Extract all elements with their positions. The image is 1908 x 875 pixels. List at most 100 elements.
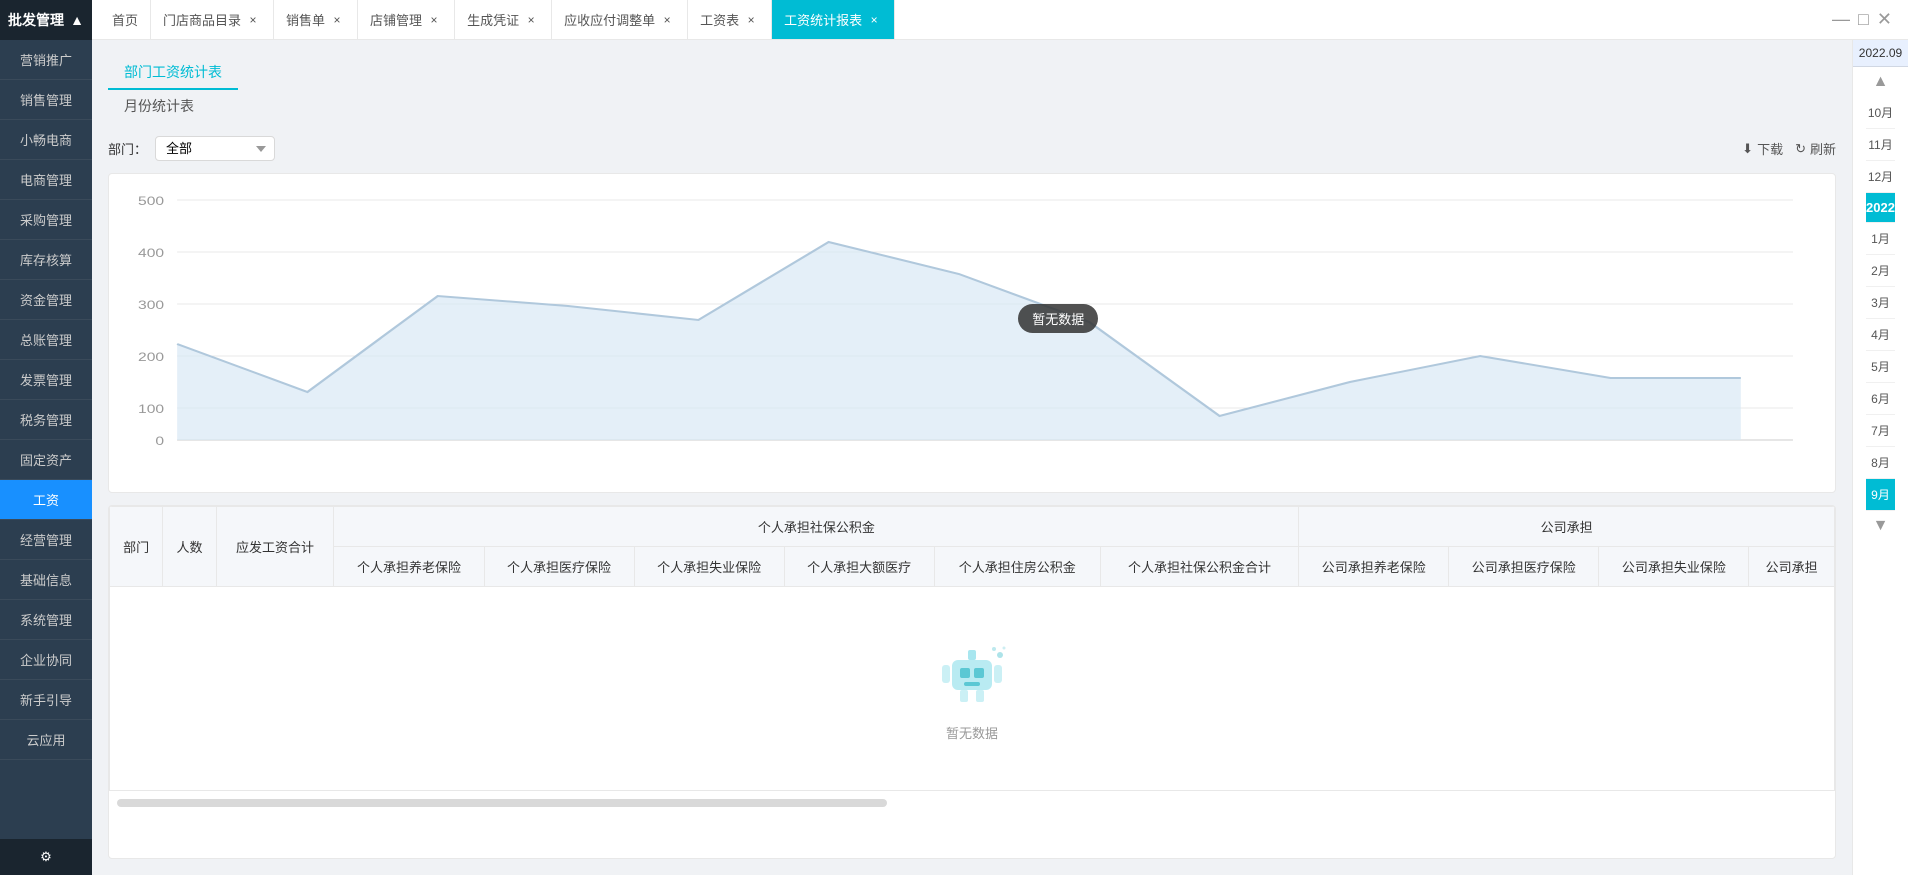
chart-area: 500 400 300 200 100 0 <box>108 173 1836 493</box>
svg-text:200: 200 <box>138 350 164 364</box>
sidebar-item-经营管理[interactable]: 经营管理 <box>0 520 92 560</box>
col-公司承担医疗保险: 公司承担医疗保险 <box>1449 547 1599 587</box>
top-tab-close[interactable]: × <box>329 12 345 28</box>
sidebar-item-小畅电商[interactable]: 小畅电商 <box>0 120 92 160</box>
col-公司承担养老保险: 公司承担养老保险 <box>1299 547 1449 587</box>
sidebar-header: 批发管理 ▲ <box>0 0 92 40</box>
col-个人承担社保公积金合计: 个人承担社保公积金合计 <box>1100 547 1298 587</box>
col-group-personal: 个人承担社保公积金 <box>334 507 1299 547</box>
top-tab-label: 门店商品目录 <box>163 10 241 29</box>
download-btn[interactable]: ⬇ 下载 <box>1742 139 1783 158</box>
sidebar-item-税务管理[interactable]: 税务管理 <box>0 400 92 440</box>
date-nav-up[interactable]: ▲ <box>1853 67 1908 97</box>
sidebar-item-总账管理[interactable]: 总账管理 <box>0 320 92 360</box>
top-tab-close[interactable]: × <box>245 12 261 28</box>
date-sidebar: 2022.09 ▲ 10月11月12月20221月2月3月4月5月6月7月8月9… <box>1852 40 1908 875</box>
svg-text:300: 300 <box>138 298 164 312</box>
sidebar-item-营销推广[interactable]: 营销推广 <box>0 40 92 80</box>
top-tab-close[interactable]: × <box>743 12 759 28</box>
sidebar-item-工资[interactable]: 工资 <box>0 480 92 520</box>
col-个人承担养老保险: 个人承担养老保险 <box>334 547 484 587</box>
toolbar-right: ⬇ 下载 ↻ 刷新 <box>1742 139 1836 158</box>
sidebar-item-采购管理[interactable]: 采购管理 <box>0 200 92 240</box>
empty-state: 暂无数据 <box>118 595 1826 782</box>
top-tabs-bar: 首页门店商品目录×销售单×店铺管理×生成凭证×应收应付调整单×工资表×工资统计报… <box>92 0 1908 40</box>
date-sidebar-header: 2022.09 <box>1853 40 1908 67</box>
sub-tab-部门工资统计表[interactable]: 部门工资统计表 <box>108 56 238 90</box>
col-total-salary: 应发工资合计 <box>216 507 334 587</box>
sidebar-item-电商管理[interactable]: 电商管理 <box>0 160 92 200</box>
date-nav-down[interactable]: ▼ <box>1853 511 1908 541</box>
top-tab-label: 店铺管理 <box>370 10 422 29</box>
col-group-company: 公司承担 <box>1299 507 1835 547</box>
table-empty-row: 暂无数据 <box>110 587 1835 791</box>
top-tab-生成凭证[interactable]: 生成凭证× <box>455 0 552 40</box>
date-month-6月[interactable]: 6月 <box>1866 383 1895 415</box>
col-dept: 部门 <box>110 507 163 587</box>
date-month-2月[interactable]: 2月 <box>1866 255 1895 287</box>
minimize-btn[interactable]: — <box>1832 9 1850 30</box>
refresh-btn[interactable]: ↻ 刷新 <box>1795 139 1836 158</box>
sub-tab-月份统计表[interactable]: 月份统计表 <box>108 90 238 124</box>
table-scrollbar[interactable] <box>117 799 887 807</box>
top-tab-应收应付调整单[interactable]: 应收应付调整单× <box>552 0 688 40</box>
top-tab-close[interactable]: × <box>659 12 675 28</box>
svg-text:400: 400 <box>138 246 164 260</box>
top-tab-店铺管理[interactable]: 店铺管理× <box>358 0 455 40</box>
sidebar-item-新手引导[interactable]: 新手引导 <box>0 680 92 720</box>
col-count: 人数 <box>163 507 216 587</box>
top-tab-label: 工资统计报表 <box>784 10 862 29</box>
top-tab-销售单[interactable]: 销售单× <box>274 0 358 40</box>
empty-robot-icon <box>932 635 1012 715</box>
sidebar-collapse-icon[interactable]: ▲ <box>70 12 84 28</box>
date-month-3月[interactable]: 3月 <box>1866 287 1895 319</box>
date-month-12月[interactable]: 12月 <box>1866 161 1895 193</box>
content-area: 部门工资统计表月份统计表 部门： 全部 ⬇ 下载 ↻ <box>92 40 1908 875</box>
date-month-1月[interactable]: 1月 <box>1866 223 1895 255</box>
sidebar-item-系统管理[interactable]: 系统管理 <box>0 600 92 640</box>
date-month-7月[interactable]: 7月 <box>1866 415 1895 447</box>
date-month-10月[interactable]: 10月 <box>1866 97 1895 129</box>
col-个人承担大额医疗: 个人承担大额医疗 <box>784 547 934 587</box>
top-tab-close[interactable]: × <box>426 12 442 28</box>
top-tab-close[interactable]: × <box>866 12 882 28</box>
date-year-2022[interactable]: 2022 <box>1866 193 1895 223</box>
main-area: 首页门店商品目录×销售单×店铺管理×生成凭证×应收应付调整单×工资表×工资统计报… <box>92 0 1908 875</box>
sidebar-item-云应用[interactable]: 云应用 <box>0 720 92 760</box>
sidebar-settings[interactable]: ⚙ <box>0 839 92 875</box>
top-tab-门店商品目录[interactable]: 门店商品目录× <box>151 0 274 40</box>
maximize-btn[interactable]: □ <box>1858 9 1869 30</box>
data-table: 部门 人数 应发工资合计 个人承担社保公积金 公司承担 个人承担养老保险个人承担… <box>109 506 1835 791</box>
sidebar-item-资金管理[interactable]: 资金管理 <box>0 280 92 320</box>
table-wrapper: 部门 人数 应发工资合计 个人承担社保公积金 公司承担 个人承担养老保险个人承担… <box>108 505 1836 859</box>
date-month-11月[interactable]: 11月 <box>1866 129 1895 161</box>
sidebar-item-库存核算[interactable]: 库存核算 <box>0 240 92 280</box>
top-tab-工资表[interactable]: 工资表× <box>688 0 772 40</box>
dept-label: 部门： <box>108 139 147 158</box>
sidebar-item-固定资产[interactable]: 固定资产 <box>0 440 92 480</box>
sidebar-item-销售管理[interactable]: 销售管理 <box>0 80 92 120</box>
sidebar-item-发票管理[interactable]: 发票管理 <box>0 360 92 400</box>
sidebar-item-企业协同[interactable]: 企业协同 <box>0 640 92 680</box>
date-month-4月[interactable]: 4月 <box>1866 319 1895 351</box>
sidebar: 批发管理 ▲ 营销推广销售管理小畅电商电商管理采购管理库存核算资金管理总账管理发… <box>0 0 92 875</box>
top-tab-close[interactable]: × <box>523 12 539 28</box>
top-tab-label: 工资表 <box>700 10 739 29</box>
date-month-8月[interactable]: 8月 <box>1866 447 1895 479</box>
col-个人承担住房公积金: 个人承担住房公积金 <box>934 547 1100 587</box>
close-btn[interactable]: ✕ <box>1877 9 1892 30</box>
refresh-icon: ↻ <box>1795 141 1806 157</box>
date-month-5月[interactable]: 5月 <box>1866 351 1895 383</box>
top-tab-首页[interactable]: 首页 <box>100 0 151 40</box>
svg-text:500: 500 <box>138 194 164 208</box>
top-tab-工资统计报表[interactable]: 工资统计报表× <box>772 0 895 40</box>
settings-icon: ⚙ <box>40 849 52 864</box>
col-个人承担失业保险: 个人承担失业保险 <box>634 547 784 587</box>
dept-select[interactable]: 全部 <box>155 136 275 161</box>
date-month-9月[interactable]: 9月 <box>1866 479 1895 511</box>
col-个人承担医疗保险: 个人承担医疗保险 <box>484 547 634 587</box>
top-tab-label: 首页 <box>112 10 138 29</box>
sidebar-title: 批发管理 <box>8 10 64 30</box>
download-label: 下载 <box>1757 139 1783 158</box>
sidebar-item-基础信息[interactable]: 基础信息 <box>0 560 92 600</box>
